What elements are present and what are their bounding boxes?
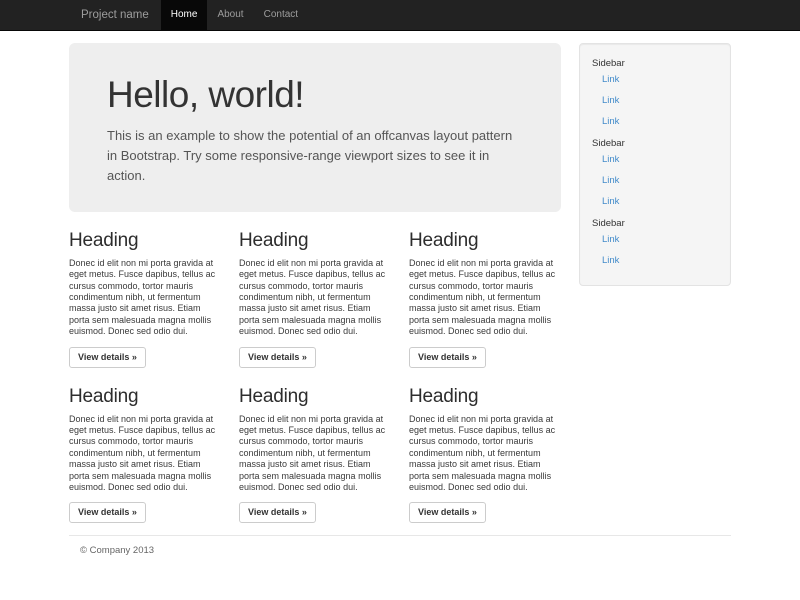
navbar-brand[interactable]: Project name [69,0,161,30]
card-heading: Heading [239,230,391,251]
sidebar-link[interactable]: Link [592,111,718,132]
navbar-container: Project name Home About Contact [60,0,740,30]
view-details-button[interactable]: View details » [239,347,316,368]
card-heading: Heading [239,386,391,407]
sidebar-link[interactable]: Link [592,229,718,250]
card-heading: Heading [69,386,221,407]
navbar-menu: Home About Contact [161,0,308,30]
card-text: Donec id elit non mi porta gravida at eg… [409,258,561,338]
content-card: Heading Donec id elit non mi porta gravi… [60,368,230,524]
card-text: Donec id elit non mi porta gravida at eg… [239,258,391,338]
sidebar-group: Sidebar Link Link [592,218,718,271]
sidebar-group: Sidebar Link Link Link [592,58,718,132]
nav-item-about[interactable]: About [207,0,253,30]
sidebar-well: Sidebar Link Link Link Sidebar Link Link… [579,43,731,286]
sidebar-link[interactable]: Link [592,149,718,170]
sidebar-link[interactable]: Link [592,191,718,212]
navbar: Project name Home About Contact [0,0,800,31]
nav-item-contact[interactable]: Contact [254,0,308,30]
card-heading: Heading [409,230,561,251]
sidebar-group: Sidebar Link Link Link [592,138,718,212]
sidebar-link[interactable]: Link [592,69,718,90]
content-card: Heading Donec id elit non mi porta gravi… [400,212,570,368]
card-row-1: Heading Donec id elit non mi porta gravi… [60,212,570,368]
jumbotron-title: Hello, world! [107,75,523,116]
main-content: Hello, world! This is an example to show… [60,31,570,523]
nav-item-home[interactable]: Home [161,0,208,30]
copyright: © Company 2013 [80,545,740,556]
sidebar: Sidebar Link Link Link Sidebar Link Link… [570,31,740,286]
footer-divider [69,535,731,536]
content-card: Heading Donec id elit non mi porta gravi… [230,368,400,524]
page-container: Hello, world! This is an example to show… [60,31,740,556]
sidebar-group-title: Sidebar [592,138,718,149]
view-details-button[interactable]: View details » [239,502,316,523]
card-text: Donec id elit non mi porta gravida at eg… [69,258,221,338]
jumbotron: Hello, world! This is an example to show… [69,43,561,212]
sidebar-link[interactable]: Link [592,170,718,191]
view-details-button[interactable]: View details » [69,347,146,368]
card-heading: Heading [409,386,561,407]
sidebar-link[interactable]: Link [592,250,718,271]
content-card: Heading Donec id elit non mi porta gravi… [230,212,400,368]
content-card: Heading Donec id elit non mi porta gravi… [60,212,230,368]
footer: © Company 2013 [60,545,740,556]
view-details-button[interactable]: View details » [409,347,486,368]
card-heading: Heading [69,230,221,251]
view-details-button[interactable]: View details » [409,502,486,523]
sidebar-group-title: Sidebar [592,218,718,229]
card-text: Donec id elit non mi porta gravida at eg… [409,414,561,494]
sidebar-group-title: Sidebar [592,58,718,69]
sidebar-link[interactable]: Link [592,90,718,111]
view-details-button[interactable]: View details » [69,502,146,523]
card-row-2: Heading Donec id elit non mi porta gravi… [60,368,570,524]
jumbotron-description: This is an example to show the potential… [107,126,523,186]
card-text: Donec id elit non mi porta gravida at eg… [69,414,221,494]
card-text: Donec id elit non mi porta gravida at eg… [239,414,391,494]
content-card: Heading Donec id elit non mi porta gravi… [400,368,570,524]
